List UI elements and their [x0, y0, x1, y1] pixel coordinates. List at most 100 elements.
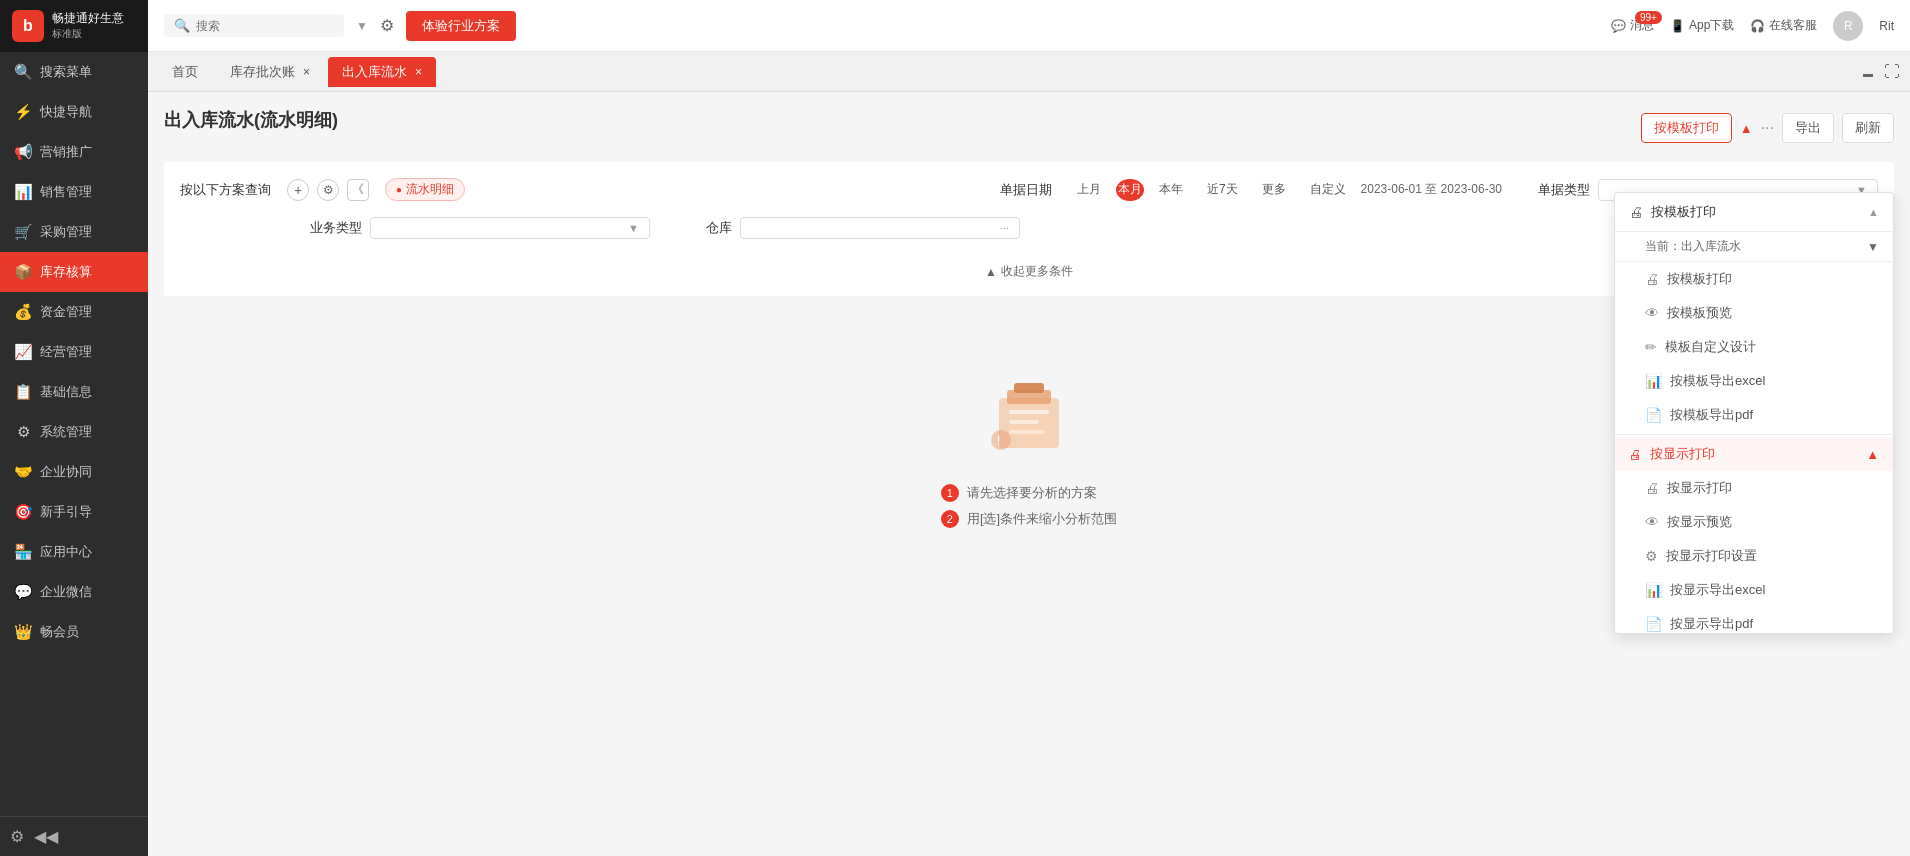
dropdown-item-template-pdf[interactable]: 📄 按模板导出pdf [1615, 398, 1893, 432]
toolbar: 按模板打印 ▲ ··· 导出 刷新 [1641, 113, 1894, 143]
dropdown-item-template-preview[interactable]: 👁 按模板预览 [1615, 296, 1893, 330]
sidebar-label-marketing: 营销推广 [40, 143, 92, 161]
tab-flow[interactable]: 出入库流水 × [328, 57, 436, 87]
dropdown-item-display-excel[interactable]: 📊 按显示导出excel [1615, 573, 1893, 607]
sidebar-item-purchase[interactable]: 🛒采购管理 [0, 212, 148, 252]
trial-btn[interactable]: 体验行业方案 [406, 11, 516, 41]
display-section-icon: 🖨 [1629, 447, 1642, 462]
sidebar-item-search[interactable]: 🔍搜索菜单 [0, 52, 148, 92]
date-btn-custom[interactable]: 自定义 [1301, 178, 1355, 201]
batch-tab-close-icon[interactable]: × [303, 65, 310, 79]
display-preview-label: 按显示预览 [1667, 513, 1732, 531]
sidebar-item-member[interactable]: 👑畅会员 [0, 612, 148, 652]
dropdown-item-display-settings[interactable]: ⚙ 按显示打印设置 [1615, 539, 1893, 573]
sidebar-item-finance[interactable]: 💰资金管理 [0, 292, 148, 332]
tab-batch[interactable]: 库存批次账 × [216, 57, 324, 87]
display-section-chevron[interactable]: ▲ [1866, 447, 1879, 462]
tab-maximize-icon[interactable]: ⛶ [1884, 63, 1900, 81]
filter-collapse-btn[interactable]: 《 [347, 179, 369, 201]
message-btn[interactable]: 💬 消息 99+ [1611, 17, 1654, 34]
export-btn[interactable]: 导出 [1782, 113, 1834, 143]
topbar-gear-icon[interactable]: ⚙ [380, 16, 394, 35]
dropdown-item-display-preview[interactable]: 👁 按显示预览 [1615, 505, 1893, 539]
sidebar-item-system[interactable]: ⚙系统管理 [0, 412, 148, 452]
search-chevron-icon[interactable]: ▼ [356, 19, 368, 33]
svg-text:!: ! [997, 434, 1000, 448]
avatar-initial: R [1844, 19, 1853, 33]
template-print-dropdown: 🖨 按模板打印 ▲ 当前：出入库流水 ▼ 🖨 按模板打印 👁 按模板预览 [1614, 192, 1894, 634]
warehouse-select[interactable]: ··· [740, 217, 1020, 239]
filter-settings-btn[interactable]: ⚙ [317, 179, 339, 201]
topbar-search-box[interactable]: 🔍 [164, 14, 344, 37]
sidebar-item-appstore[interactable]: 🏪应用中心 [0, 532, 148, 572]
tab-home[interactable]: 首页 [158, 57, 212, 87]
sidebar-item-basic[interactable]: 📋基础信息 [0, 372, 148, 412]
search-input[interactable] [196, 19, 334, 33]
flow-tab-label: 出入库流水 [342, 63, 407, 81]
template-custom-item-label: 模板自定义设计 [1665, 338, 1756, 356]
refresh-btn[interactable]: 刷新 [1842, 113, 1894, 143]
sidebar-label-finance: 资金管理 [40, 303, 92, 321]
filter-add-btn[interactable]: + [287, 179, 309, 201]
date-range-display: 2023-06-01 至 2023-06-30 [1361, 181, 1502, 198]
dropdown-item-template-excel[interactable]: 📊 按模板导出excel [1615, 364, 1893, 398]
biz-type-select[interactable]: ▼ [370, 217, 650, 239]
sidebar-label-sales: 销售管理 [40, 183, 92, 201]
filter-tag-icon: ● [396, 184, 402, 195]
sidebar-item-shortcut[interactable]: ⚡快捷导航 [0, 92, 148, 132]
display-excel-label: 按显示导出excel [1670, 581, 1765, 599]
tab-minimize-icon[interactable]: 🗕 [1860, 63, 1876, 81]
date-btn-7days[interactable]: 近7天 [1198, 178, 1247, 201]
sidebar-icon-search: 🔍 [14, 63, 32, 81]
sidebar-bottom: ⚙ ◀◀ [0, 816, 148, 856]
dropdown-display-section[interactable]: 🖨 按显示打印 ▲ [1615, 437, 1893, 471]
sidebar-item-operation[interactable]: 📈经营管理 [0, 332, 148, 372]
empty-steps: 1 请先选择要分析的方案 2 用[选]条件来缩小分析范围 [941, 484, 1117, 528]
sidebar-item-wechat[interactable]: 💬 企业微信 [0, 572, 148, 612]
sidebar-item-cooperation[interactable]: 🤝 企业协同 [0, 452, 148, 492]
batch-tab-label: 库存批次账 [230, 63, 295, 81]
type-label: 单据类型 [1538, 181, 1590, 199]
headset-icon: 🎧 [1750, 19, 1765, 33]
toolbar-more-icon[interactable]: ··· [1761, 119, 1774, 137]
tabbar-right-actions: 🗕 ⛶ [1860, 63, 1900, 81]
date-btn-this-year[interactable]: 本年 [1150, 178, 1192, 201]
settings-icon[interactable]: ⚙ [10, 827, 24, 846]
dropdown-header-chevron[interactable]: ▲ [1868, 206, 1879, 218]
dropdown-divider [1615, 434, 1893, 435]
sidebar-icon-appstore: 🏪 [14, 543, 32, 561]
dropdown-item-display-pdf[interactable]: 📄 按显示导出pdf [1615, 607, 1893, 633]
filter-tag-label: 流水明细 [406, 181, 454, 198]
dropdown-item-display-print[interactable]: 🖨 按显示打印 [1615, 471, 1893, 505]
username-label: Rit [1879, 19, 1894, 33]
dropdown-item-template-custom[interactable]: ✏ 模板自定义设计 [1615, 330, 1893, 364]
template-print-btn[interactable]: 按模板打印 [1641, 113, 1732, 143]
template-custom-item-icon: ✏ [1645, 339, 1657, 355]
toolbar-chevron-up-icon[interactable]: ▲ [1740, 121, 1753, 136]
biz-type-arrow-icon: ▼ [628, 222, 639, 234]
app-download-btn[interactable]: 📱 App下载 [1670, 17, 1734, 34]
collapse-sidebar-icon[interactable]: ◀◀ [34, 827, 58, 846]
template-pdf-item-label: 按模板导出pdf [1670, 406, 1753, 424]
flow-tab-close-icon[interactable]: × [415, 65, 422, 79]
sidebar-label-cooperation: 企业协同 [40, 463, 92, 481]
date-btn-this-month[interactable]: 本月 [1116, 179, 1144, 201]
current-template-arrow: ▼ [1867, 240, 1879, 254]
sidebar-item-inventory[interactable]: 📦库存核算 [0, 252, 148, 292]
sidebar-item-sales[interactable]: 📊销售管理 [0, 172, 148, 212]
dropdown-item-template-print[interactable]: 🖨 按模板打印 [1615, 262, 1893, 296]
svg-rect-4 [1009, 420, 1039, 424]
sidebar-item-marketing[interactable]: 📢营销推广 [0, 132, 148, 172]
warehouse-more-icon[interactable]: ··· [1000, 222, 1009, 234]
sidebar-icon-shortcut: ⚡ [14, 103, 32, 121]
date-btn-last-month[interactable]: 上月 [1068, 178, 1110, 201]
app-subtitle: 标准版 [52, 27, 124, 41]
sidebar-icon-wechat: 💬 [14, 583, 32, 601]
avatar[interactable]: R [1833, 11, 1863, 41]
online-service-btn[interactable]: 🎧 在线客服 [1750, 17, 1817, 34]
sidebar-item-guide[interactable]: 🎯新手引导 [0, 492, 148, 532]
dropdown-scroll-area: 🖨 按模板打印 ▲ 当前：出入库流水 ▼ 🖨 按模板打印 👁 按模板预览 [1615, 193, 1893, 633]
sidebar-label-wechat: 企业微信 [40, 583, 92, 601]
date-btn-more[interactable]: 更多 [1253, 178, 1295, 201]
sidebar-icon-cooperation: 🤝 [14, 463, 32, 481]
